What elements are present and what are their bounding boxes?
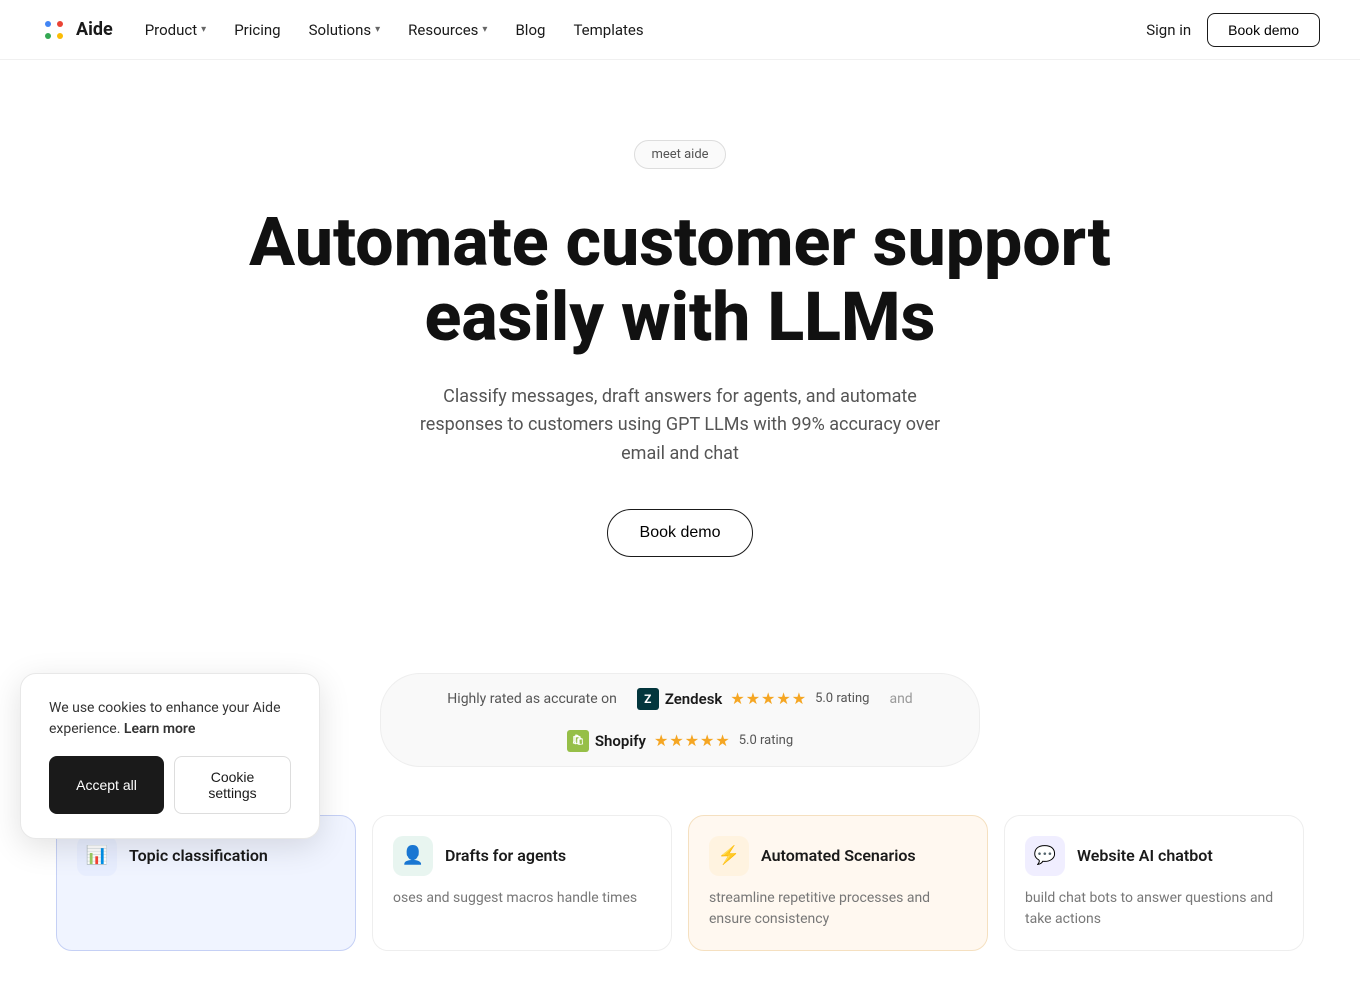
feature-card-scenarios[interactable]: ⚡ Automated Scenarios streamline repetit… xyxy=(688,815,988,951)
chatbot-title: Website AI chatbot xyxy=(1077,846,1213,865)
logo[interactable]: Aide xyxy=(40,16,113,44)
nav-left: Aide Product ▾ Pricing Solutions ▾ Resou… xyxy=(40,16,644,44)
cookie-settings-button[interactable]: Cookie settings xyxy=(174,756,291,814)
nav-blog[interactable]: Blog xyxy=(515,21,545,39)
accept-cookies-button[interactable]: Accept all xyxy=(49,756,164,814)
card-header-chatbot: 💬 Website AI chatbot xyxy=(1025,836,1283,876)
resources-chevron-icon: ▾ xyxy=(482,24,487,35)
drafts-desc: oses and suggest macros handle times xyxy=(393,888,651,909)
scenarios-title: Automated Scenarios xyxy=(761,846,916,865)
book-demo-hero-button[interactable]: Book demo xyxy=(607,509,754,557)
card-header-scenarios: ⚡ Automated Scenarios xyxy=(709,836,967,876)
nav-pricing[interactable]: Pricing xyxy=(234,21,280,39)
scenarios-desc: streamline repetitive processes and ensu… xyxy=(709,888,967,930)
sign-in-link[interactable]: Sign in xyxy=(1146,21,1191,39)
zendesk-rating-num: 5.0 rating xyxy=(815,691,869,706)
learn-more-link[interactable]: Learn more xyxy=(124,721,195,737)
chatbot-icon: 💬 xyxy=(1025,836,1065,876)
hero-section: meet aide Automate customer support easi… xyxy=(0,60,1360,617)
classification-title: Topic classification xyxy=(129,846,268,865)
nav-solutions[interactable]: Solutions ▾ xyxy=(309,21,381,39)
logo-icon xyxy=(40,16,68,44)
shopify-logo: 🛍 Shopify xyxy=(567,730,646,752)
navbar: Aide Product ▾ Pricing Solutions ▾ Resou… xyxy=(0,0,1360,60)
solutions-chevron-icon: ▾ xyxy=(375,24,380,35)
feature-cards: 📊 Topic classification 👤 Drafts for agen… xyxy=(0,815,1360,991)
feature-card-chatbot[interactable]: 💬 Website AI chatbot build chat bots to … xyxy=(1004,815,1304,951)
nav-resources[interactable]: Resources ▾ xyxy=(408,21,487,39)
drafts-title: Drafts for agents xyxy=(445,846,566,865)
hero-title: Automate customer support easily with LL… xyxy=(249,205,1111,355)
cookie-buttons: Accept all Cookie settings xyxy=(49,756,291,814)
hero-badge: meet aide xyxy=(634,140,725,169)
ratings-bar: Highly rated as accurate on Z Zendesk ★★… xyxy=(380,673,980,767)
zendesk-stars: ★★★★★ xyxy=(730,689,807,708)
shopify-rating: 🛍 Shopify ★★★★★ 5.0 rating xyxy=(567,730,793,752)
book-demo-nav-button[interactable]: Book demo xyxy=(1207,13,1320,47)
product-chevron-icon: ▾ xyxy=(201,24,206,35)
shopify-rating-num: 5.0 rating xyxy=(739,733,793,748)
chatbot-desc: build chat bots to answer questions and … xyxy=(1025,888,1283,930)
drafts-icon: 👤 xyxy=(393,836,433,876)
feature-card-drafts[interactable]: 👤 Drafts for agents oses and suggest mac… xyxy=(372,815,672,951)
cookie-banner: We use cookies to enhance your Aide expe… xyxy=(20,673,320,839)
nav-product[interactable]: Product ▾ xyxy=(145,21,206,39)
ratings-separator: and xyxy=(889,691,912,707)
nav-templates[interactable]: Templates xyxy=(573,21,643,39)
card-header-drafts: 👤 Drafts for agents xyxy=(393,836,651,876)
nav-right: Sign in Book demo xyxy=(1146,13,1320,47)
nav-links: Product ▾ Pricing Solutions ▾ Resources … xyxy=(145,21,644,39)
zendesk-rating: Z Zendesk ★★★★★ 5.0 rating xyxy=(637,688,870,710)
shopify-icon: 🛍 xyxy=(567,730,589,752)
scenarios-icon: ⚡ xyxy=(709,836,749,876)
zendesk-logo: Z Zendesk xyxy=(637,688,723,710)
hero-subtitle: Classify messages, draft answers for age… xyxy=(400,383,960,469)
card-header-classification: 📊 Topic classification xyxy=(77,836,335,876)
zendesk-icon: Z xyxy=(637,688,659,710)
cookie-text: We use cookies to enhance your Aide expe… xyxy=(49,698,291,740)
shopify-stars: ★★★★★ xyxy=(654,731,731,750)
ratings-prefix: Highly rated as accurate on xyxy=(447,691,617,707)
classification-icon: 📊 xyxy=(77,836,117,876)
